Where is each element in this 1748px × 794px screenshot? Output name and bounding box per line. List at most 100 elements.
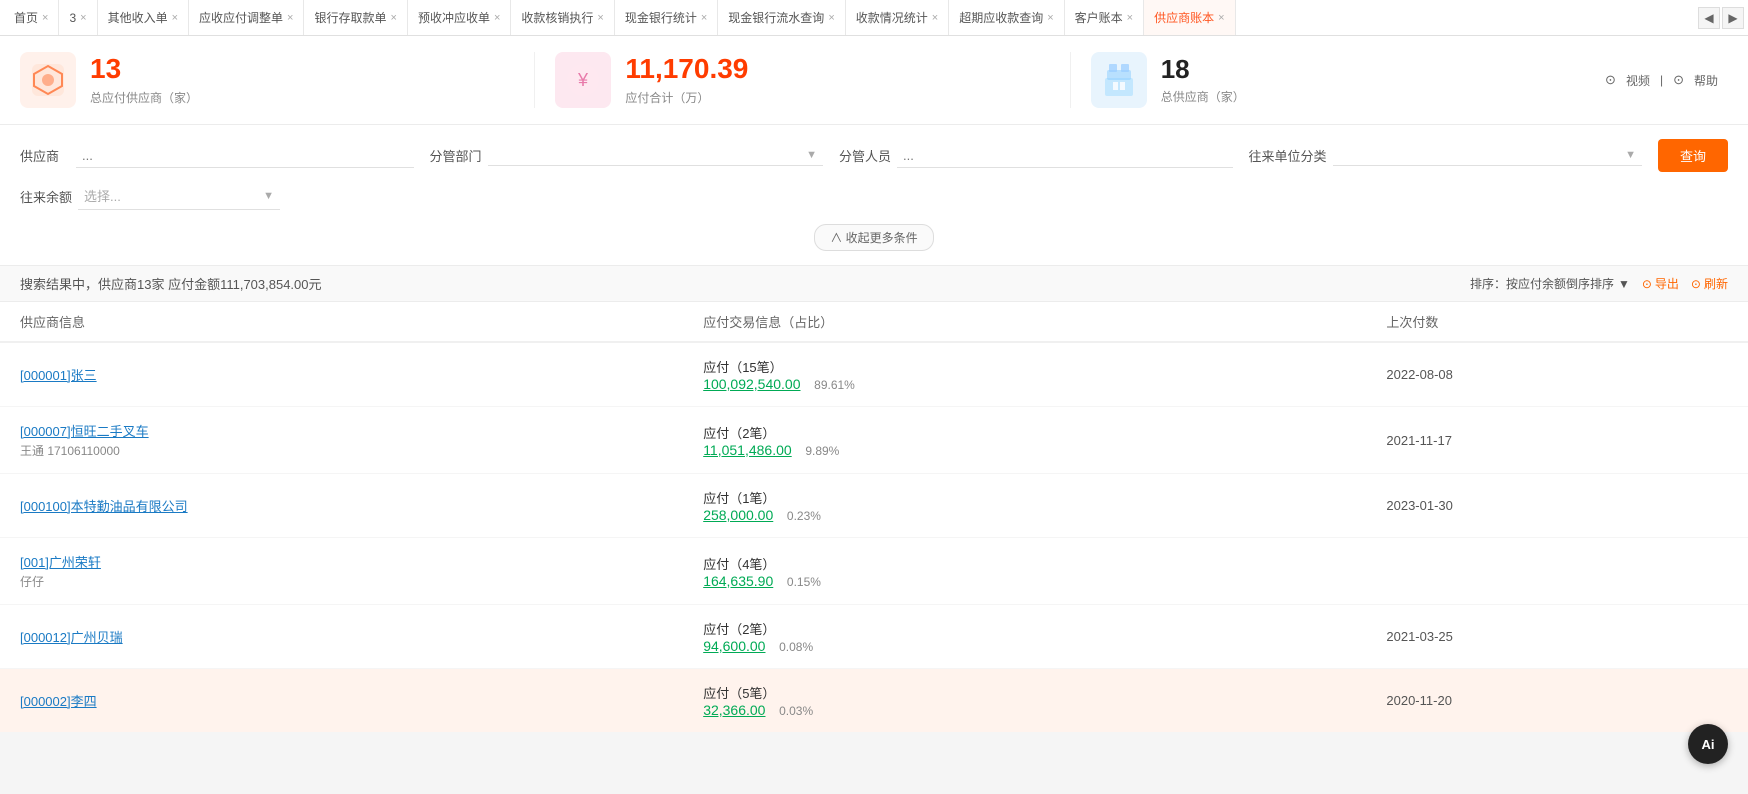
collapse-button[interactable]: ∧ 收起更多条件 — [814, 224, 934, 251]
nav-tab-cashbank-flow-label: 现金银行流水查询 — [728, 9, 824, 26]
nav-tab-verify-label: 收款核销执行 — [521, 9, 593, 26]
person-input[interactable] — [897, 144, 1232, 168]
nav-tab-other-income[interactable]: 其他收入单 × — [98, 0, 189, 36]
nav-tab-prepay[interactable]: 预收冲应收单 × — [408, 0, 511, 36]
circle-icon: ⊙ — [1605, 72, 1616, 88]
nav-tab-verify-close[interactable]: × — [597, 12, 603, 24]
supplier-link[interactable]: [001]广州荣轩 — [20, 552, 703, 571]
nav-tab-verify[interactable]: 收款核销执行 × — [511, 0, 614, 36]
tx-amount[interactable]: 94,600.00 — [703, 638, 765, 654]
nav-right-arrow[interactable]: ▶ — [1722, 7, 1744, 29]
supplier-info-cell: [000100]本特勤油品有限公司 — [20, 496, 703, 515]
tx-info-cell: 应付（2笔） 94,600.00 0.08% — [703, 619, 1386, 654]
summary-info-payable: 13 总应付供应商（家） — [90, 54, 198, 106]
nav-tab-cashbank-flow[interactable]: 现金银行流水查询 × — [718, 0, 845, 36]
tx-label: 应付（4笔） — [703, 554, 1386, 573]
nav-tab-home-label: 首页 — [14, 9, 38, 26]
tx-amount[interactable]: 11,051,486.00 — [703, 442, 792, 458]
nav-tab-supplier-book-close[interactable]: × — [1218, 12, 1224, 24]
filter-dept: 分管部门 ▼ — [430, 145, 824, 166]
tx-pct: 0.15% — [787, 575, 821, 589]
nav-tab-3-close[interactable]: × — [80, 12, 86, 24]
sort-label: 排序：按应付余额倒序排序 — [1470, 275, 1614, 292]
table-row: [000001]张三 应付（15笔） 100,092,540.00 89.61%… — [0, 343, 1748, 407]
table-row: [000007]恒旺二手叉车 王通 17106110000 应付（2笔） 11,… — [0, 407, 1748, 474]
payable-suppliers-icon — [20, 52, 76, 108]
table-row: [001]广州荣轩 仔仔 应付（4笔） 164,635.90 0.15% — [0, 538, 1748, 605]
nav-tab-overdue[interactable]: 超期应收款查询 × — [949, 0, 1064, 36]
supplier-link[interactable]: [000002]李四 — [20, 691, 703, 710]
last-pay-cell: 2021-11-17 — [1386, 433, 1728, 448]
last-pay-cell: 2020-11-20 — [1386, 693, 1728, 708]
supplier-info-cell: [000007]恒旺二手叉车 王通 17106110000 — [20, 421, 703, 459]
video-link[interactable]: 视频 — [1626, 72, 1650, 89]
ai-badge[interactable]: Ai — [1688, 724, 1728, 764]
query-button[interactable]: 查询 — [1658, 139, 1728, 172]
tx-amount[interactable]: 32,366.00 — [703, 702, 765, 718]
tx-amount[interactable]: 164,635.90 — [703, 573, 773, 589]
nav-tab-bank[interactable]: 银行存取款单 × — [304, 0, 407, 36]
nav-tab-bank-label: 银行存取款单 — [314, 9, 386, 26]
sort-button[interactable]: 排序：按应付余额倒序排序 ▼ — [1470, 275, 1630, 292]
balance-select[interactable]: 选择... ▼ — [78, 182, 280, 210]
nav-tab-home-close[interactable]: × — [42, 12, 48, 24]
nav-tab-bank-close[interactable]: × — [391, 12, 397, 24]
nav-tab-prepay-close[interactable]: × — [494, 12, 500, 24]
category-label: 往来单位分类 — [1249, 146, 1327, 165]
balance-label: 往来余额 — [20, 187, 72, 206]
top-right-links: ⊙ 视频 | ⊙ 帮助 — [1605, 52, 1728, 108]
nav-tab-cashbank-stat-close[interactable]: × — [701, 12, 707, 24]
nav-tab-supplier-book-label: 供应商账本 — [1154, 9, 1214, 26]
nav-left-arrow[interactable]: ◀ — [1698, 7, 1720, 29]
nav-tab-cashbank-stat-label: 现金银行统计 — [625, 9, 697, 26]
total-suppliers-count: 18 — [1161, 55, 1245, 84]
tx-label: 应付（5笔） — [703, 683, 1386, 702]
supplier-link[interactable]: [000012]广州贝瑞 — [20, 627, 703, 646]
supplier-info-cell: [001]广州荣轩 仔仔 — [20, 552, 703, 590]
tx-info-cell: 应付（4笔） 164,635.90 0.15% — [703, 554, 1386, 589]
tx-amount[interactable]: 258,000.00 — [703, 507, 773, 523]
nav-tab-supplier-book[interactable]: 供应商账本 × — [1144, 0, 1235, 36]
result-text: 搜索结果中，供应商13家 应付金额111,703,854.00元 — [20, 274, 1470, 293]
nav-tab-payment-stat[interactable]: 收款情况统计 × — [846, 0, 949, 36]
tx-amount[interactable]: 100,092,540.00 — [703, 376, 800, 392]
help-link[interactable]: 帮助 — [1694, 72, 1718, 89]
tx-label: 应付（15笔） — [703, 357, 1386, 376]
supplier-link[interactable]: [000007]恒旺二手叉车 — [20, 421, 703, 440]
category-select[interactable]: ▼ — [1333, 145, 1642, 166]
nav-tab-cashbank-stat[interactable]: 现金银行统计 × — [615, 0, 718, 36]
nav-tab-customer-book[interactable]: 客户账本 × — [1065, 0, 1144, 36]
nav-tab-overdue-close[interactable]: × — [1047, 12, 1053, 24]
nav-tab-other-income-close[interactable]: × — [172, 12, 178, 24]
supplier-input[interactable] — [76, 144, 414, 168]
person-label: 分管人员 — [839, 146, 891, 165]
nav-arrows: ◀ ▶ — [1698, 7, 1744, 29]
nav-tab-adjust[interactable]: 应收应付调整单 × — [189, 0, 304, 36]
supplier-link[interactable]: [000001]张三 — [20, 365, 703, 384]
last-pay-cell: 2021-03-25 — [1386, 629, 1728, 644]
nav-tab-customer-book-label: 客户账本 — [1075, 9, 1123, 26]
total-suppliers-icon — [1091, 52, 1147, 108]
nav-tab-3[interactable]: 3 × — [59, 0, 97, 36]
dept-select[interactable]: ▼ — [488, 145, 823, 166]
dept-chevron-icon: ▼ — [806, 149, 817, 161]
nav-tab-payment-stat-close[interactable]: × — [932, 12, 938, 24]
refresh-button[interactable]: ⊙ 刷新 — [1691, 275, 1728, 292]
svg-text:¥: ¥ — [577, 70, 589, 90]
export-button[interactable]: ⊙ 导出 — [1642, 275, 1679, 292]
tx-label: 应付（2笔） — [703, 619, 1386, 638]
export-label: 导出 — [1655, 275, 1679, 292]
balance-select-text: 选择... — [84, 186, 259, 205]
nav-tab-cashbank-flow-close[interactable]: × — [828, 12, 834, 24]
summary-card-total-suppliers: 18 总供应商（家） — [1070, 52, 1605, 108]
nav-tab-customer-book-close[interactable]: × — [1127, 12, 1133, 24]
nav-tab-adjust-close[interactable]: × — [287, 12, 293, 24]
nav-tab-home[interactable]: 首页 × — [4, 0, 59, 36]
top-navigation: 首页 × 3 × 其他收入单 × 应收应付调整单 × 银行存取款单 × 预收冲应… — [0, 0, 1748, 36]
last-pay-cell: 2023-01-30 — [1386, 498, 1728, 513]
supplier-link[interactable]: [000100]本特勤油品有限公司 — [20, 496, 703, 515]
result-actions: 排序：按应付余额倒序排序 ▼ ⊙ 导出 ⊙ 刷新 — [1470, 275, 1728, 292]
total-payable-icon: ¥ — [555, 52, 611, 108]
result-bar: 搜索结果中，供应商13家 应付金额111,703,854.00元 排序：按应付余… — [0, 266, 1748, 302]
tx-pct: 0.08% — [779, 640, 813, 654]
